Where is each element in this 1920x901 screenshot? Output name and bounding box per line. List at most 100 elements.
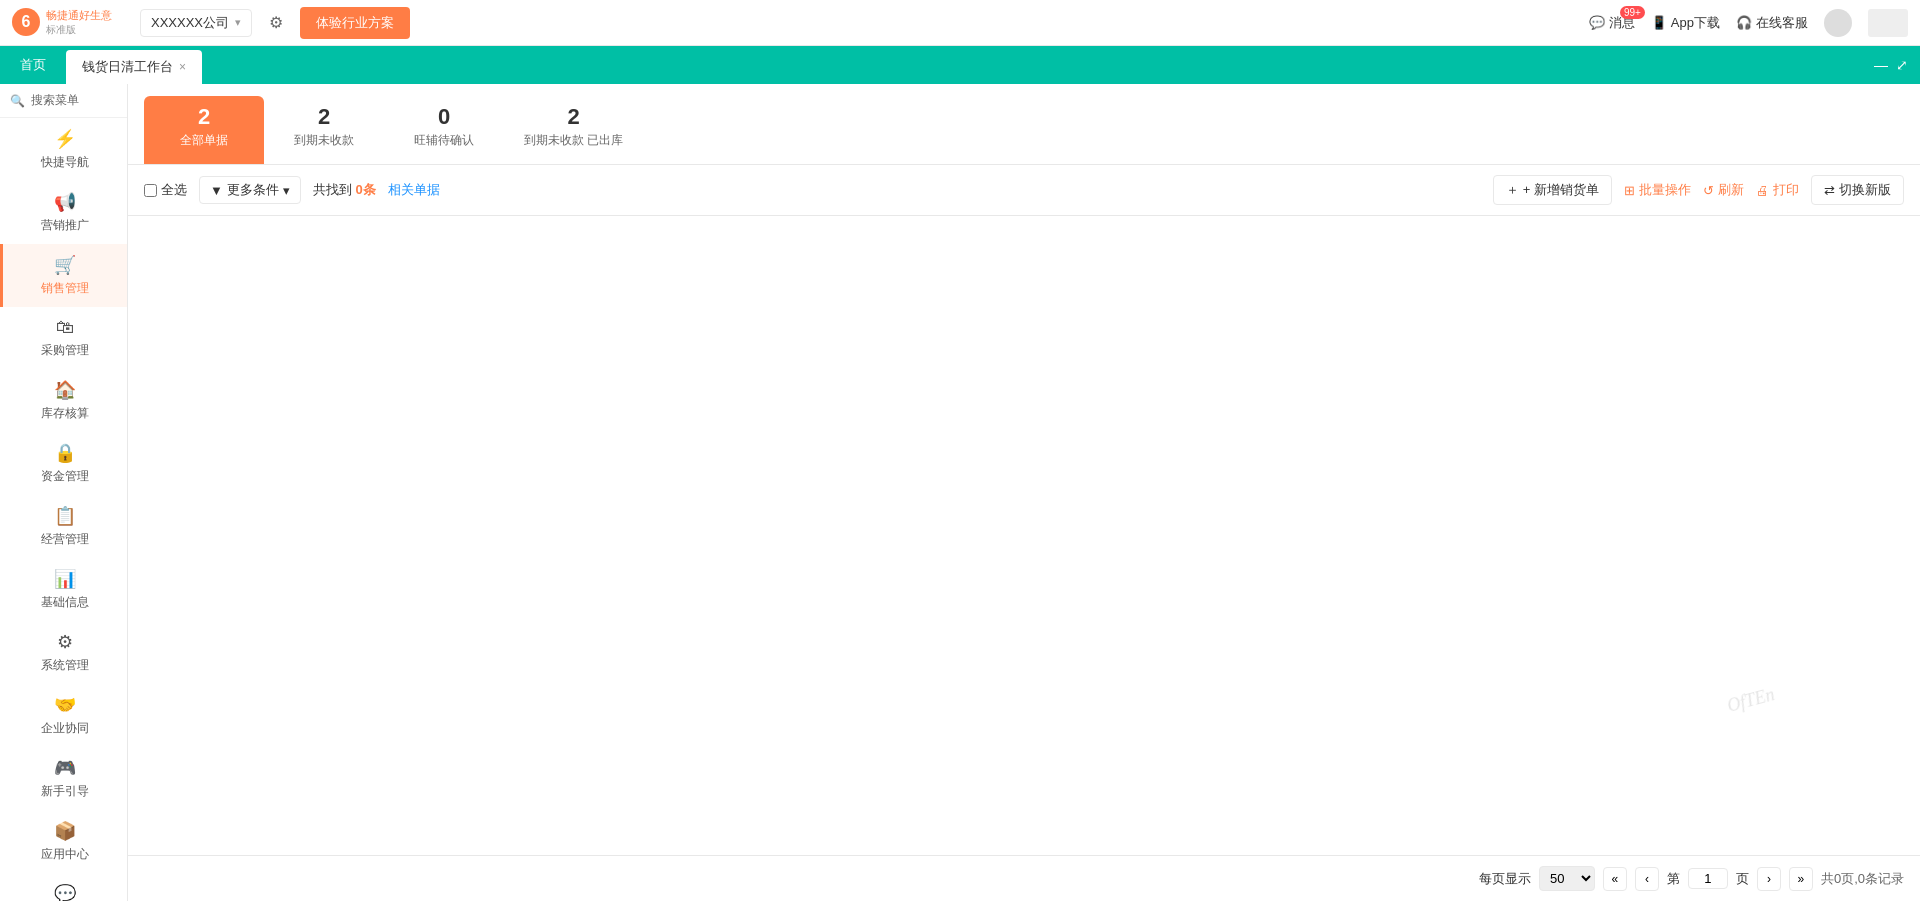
summary-count-wangwang: 0 — [404, 104, 484, 130]
summary-label-overdue-shipped: 到期未收款 已出库 — [524, 132, 623, 149]
sidebar-item-purchase[interactable]: 🛍 采购管理 — [0, 307, 127, 369]
app-download-icon: 📱 — [1651, 15, 1667, 30]
summary-count-overdue-shipped: 2 — [524, 104, 623, 130]
prev-page-button[interactable]: ‹ — [1635, 867, 1659, 891]
summary-tab-wangwang[interactable]: 0 旺辅待确认 — [384, 96, 504, 164]
next-page-button[interactable]: › — [1757, 867, 1781, 891]
toolbar-right: ＋ + 新增销货单 ⊞ 批量操作 ↺ 刷新 🖨 打印 ⇄ 切换新版 — [1493, 175, 1904, 205]
sidebar-item-capital[interactable]: 🔒 资金管理 — [0, 432, 127, 495]
per-page-select[interactable]: 50 100 200 — [1539, 866, 1595, 891]
experience-button[interactable]: 体验行业方案 — [300, 7, 410, 39]
top-nav: 6 畅捷通好生意 标准版 XXXXXX公司 ▾ ⚙ 体验行业方案 💬 消息 99… — [0, 0, 1920, 46]
sidebar-label-basic-info: 基础信息 — [41, 594, 89, 611]
add-icon: ＋ — [1506, 181, 1519, 199]
sidebar-item-app-center[interactable]: 📦 应用中心 — [0, 810, 127, 873]
tab-minimize-button[interactable]: — — [1874, 57, 1888, 73]
sidebar-label-quick-nav: 快捷导航 — [41, 154, 89, 171]
sidebar: 🔍 搜索菜单 ⚡ 快捷导航 📢 营销推广 🛒 销售管理 🛍 采购管理 🏠 库存核… — [0, 84, 128, 901]
refresh-label: 刷新 — [1718, 181, 1744, 199]
sidebar-item-sales[interactable]: 🛒 销售管理 — [0, 244, 127, 307]
summary-tab-all[interactable]: 2 全部单据 — [144, 96, 264, 164]
batch-operation-button[interactable]: ⊞ 批量操作 — [1624, 181, 1691, 199]
logo-subtitle: 标准版 — [46, 23, 112, 37]
refresh-icon: ↺ — [1703, 183, 1714, 198]
tab-bar: 首页 钱货日清工作台 × — ⤢ — [0, 46, 1920, 84]
marketing-icon: 📢 — [54, 191, 76, 213]
summary-count-overdue: 2 — [284, 104, 364, 130]
sidebar-label-system: 系统管理 — [41, 657, 89, 674]
sidebar-item-marketing[interactable]: 📢 营销推广 — [0, 181, 127, 244]
tab-home[interactable]: 首页 — [0, 46, 66, 84]
inventory-icon: 🏠 — [54, 379, 76, 401]
print-icon: 🖨 — [1756, 183, 1769, 198]
toolbar: 全选 ▼ 更多条件 ▾ 共找到 0条 相关单据 ＋ + 新增销货单 ⊞ 批量操作 — [128, 165, 1920, 216]
company-dropdown-icon: ▾ — [235, 16, 241, 29]
online-service-button[interactable]: 🎧 在线客服 — [1736, 14, 1808, 32]
sidebar-item-system[interactable]: ⚙ 系统管理 — [0, 621, 127, 684]
switch-new-version-button[interactable]: ⇄ 切换新版 — [1811, 175, 1904, 205]
sidebar-label-marketing: 营销推广 — [41, 217, 89, 234]
sidebar-item-quick-nav[interactable]: ⚡ 快捷导航 — [0, 118, 127, 181]
sidebar-label-sales: 销售管理 — [41, 280, 89, 297]
avatar[interactable] — [1824, 9, 1852, 37]
sidebar-item-wecom[interactable]: 💬 企业微信 — [0, 873, 127, 901]
found-count: 0条 — [356, 182, 376, 197]
first-page-button[interactable]: « — [1603, 867, 1627, 891]
settings-button[interactable]: ⚙ — [260, 7, 292, 39]
page-input[interactable] — [1688, 868, 1728, 889]
online-service-label: 在线客服 — [1756, 14, 1808, 32]
related-link[interactable]: 相关单据 — [388, 181, 440, 199]
sidebar-label-enterprise: 企业协同 — [41, 720, 89, 737]
logo-text: 畅捷通好生意 标准版 — [46, 8, 112, 36]
switch-icon: ⇄ — [1824, 183, 1835, 198]
select-all-input[interactable] — [144, 184, 157, 197]
purchase-icon: 🛍 — [56, 317, 74, 338]
system-icon: ⚙ — [57, 631, 73, 653]
sidebar-search[interactable]: 🔍 搜索菜单 — [0, 84, 127, 118]
search-icon: 🔍 — [10, 94, 25, 108]
sidebar-item-guide[interactable]: 🎮 新手引导 — [0, 747, 127, 810]
message-button[interactable]: 💬 消息 99+ — [1589, 14, 1635, 32]
last-page-button[interactable]: » — [1789, 867, 1813, 891]
print-button[interactable]: 🖨 打印 — [1756, 181, 1799, 199]
select-all-label: 全选 — [161, 181, 187, 199]
message-icon: 💬 — [1589, 15, 1605, 30]
total-info: 共0页,0条记录 — [1821, 870, 1904, 888]
summary-count-all: 2 — [164, 104, 244, 130]
filter-button[interactable]: ▼ 更多条件 ▾ — [199, 176, 301, 204]
company-selector[interactable]: XXXXXX公司 ▾ — [140, 9, 252, 37]
tab-expand-button[interactable]: ⤢ — [1896, 57, 1908, 73]
sidebar-item-enterprise[interactable]: 🤝 企业协同 — [0, 684, 127, 747]
sidebar-label-app-center: 应用中心 — [41, 846, 89, 863]
tab-active-label: 钱货日清工作台 — [82, 58, 173, 76]
sidebar-label-operations: 经营管理 — [41, 531, 89, 548]
headset-icon: 🎧 — [1736, 15, 1752, 30]
sidebar-item-operations[interactable]: 📋 经营管理 — [0, 495, 127, 558]
guide-icon: 🎮 — [54, 757, 76, 779]
add-label: + 新增销货单 — [1523, 181, 1599, 199]
app-download-button[interactable]: 📱 App下载 — [1651, 14, 1720, 32]
tab-close-icon[interactable]: × — [179, 60, 186, 74]
summary-tab-overdue-shipped[interactable]: 2 到期未收款 已出库 — [504, 96, 643, 164]
summary-label-overdue: 到期未收款 — [284, 132, 364, 149]
select-all-checkbox[interactable]: 全选 — [144, 181, 187, 199]
found-text: 共找到 0条 — [313, 181, 376, 199]
content-area: 2 全部单据 2 到期未收款 0 旺辅待确认 2 到期未收款 已出库 全选 — [128, 84, 1920, 901]
table-area — [128, 216, 1920, 855]
sidebar-label-guide: 新手引导 — [41, 783, 89, 800]
pagination-bar: 每页显示 50 100 200 « ‹ 第 页 › » 共0页,0条记录 — [128, 855, 1920, 901]
capital-icon: 🔒 — [54, 442, 76, 464]
sidebar-item-basic-info[interactable]: 📊 基础信息 — [0, 558, 127, 621]
refresh-button[interactable]: ↺ 刷新 — [1703, 181, 1744, 199]
summary-tab-overdue[interactable]: 2 到期未收款 — [264, 96, 384, 164]
add-sale-order-button[interactable]: ＋ + 新增销货单 — [1493, 175, 1612, 205]
found-prefix: 共找到 — [313, 182, 352, 197]
sidebar-item-inventory[interactable]: 🏠 库存核算 — [0, 369, 127, 432]
batch-label: 批量操作 — [1639, 181, 1691, 199]
filter-arrow-icon: ▾ — [283, 183, 290, 198]
per-page-label: 每页显示 — [1479, 870, 1531, 888]
logo-icon: 6 — [12, 8, 40, 36]
app-center-icon: 📦 — [54, 820, 76, 842]
user-name-area[interactable] — [1868, 9, 1908, 37]
tab-active[interactable]: 钱货日清工作台 × — [66, 50, 202, 84]
